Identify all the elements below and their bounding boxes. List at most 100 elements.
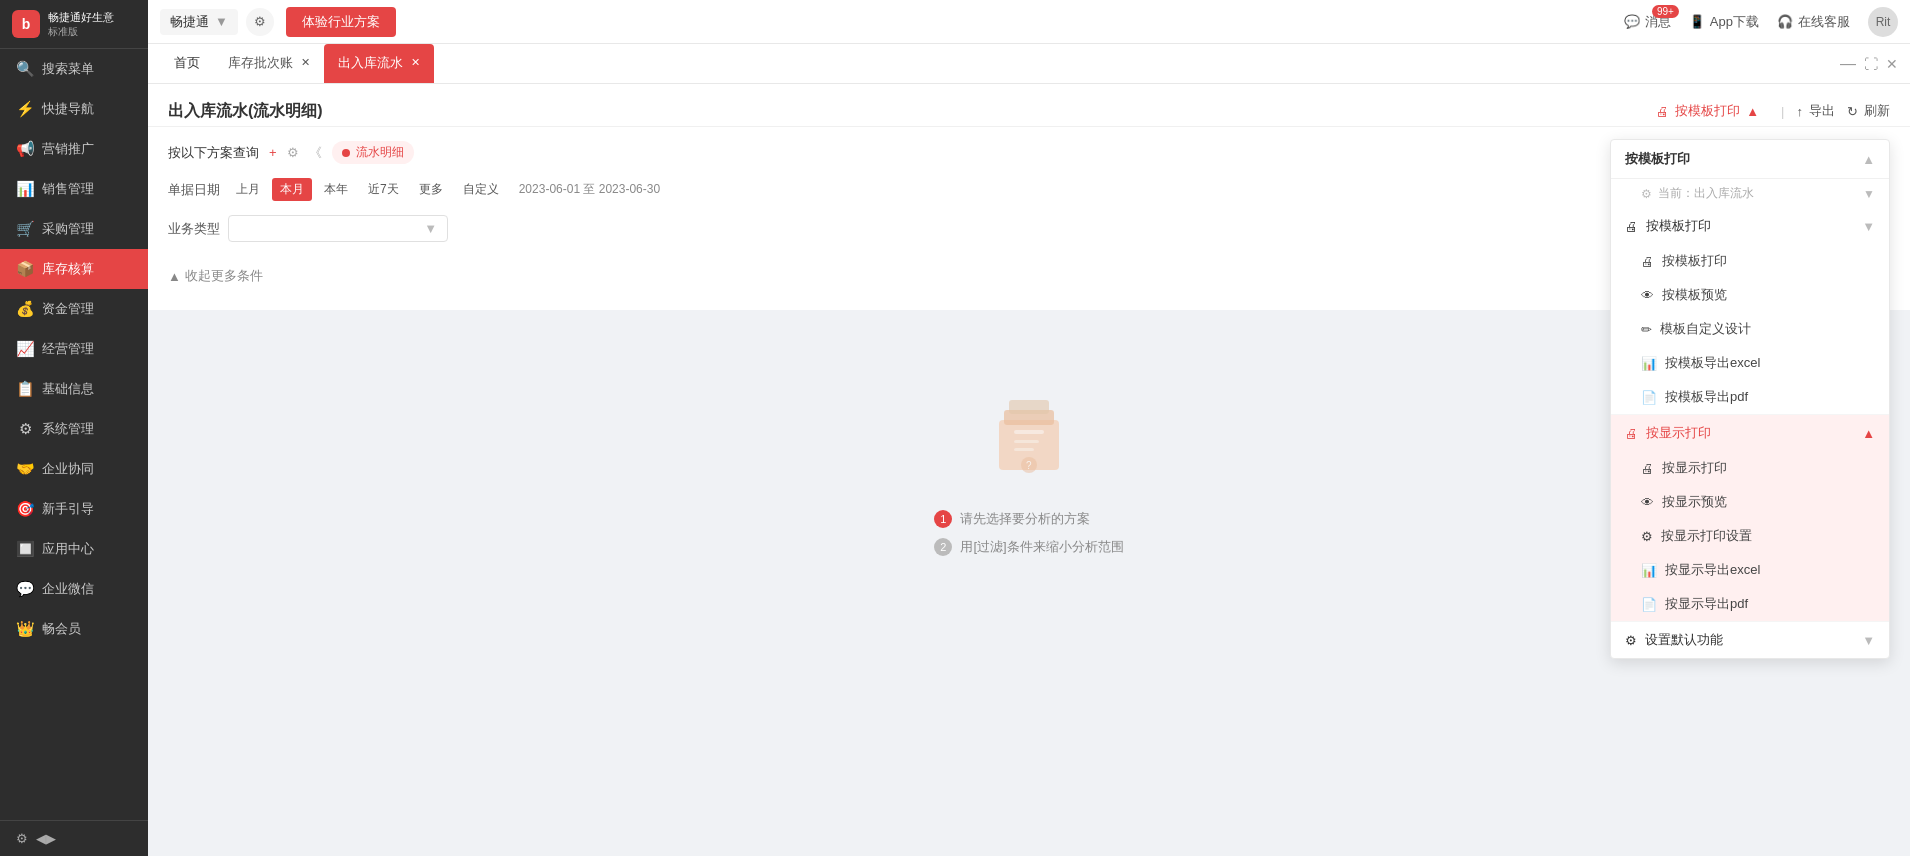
display-print-section-header[interactable]: 🖨 按显示打印 ▲ [1611, 415, 1889, 451]
template-excel-item[interactable]: 📊 按模板导出excel [1611, 346, 1889, 380]
display-preview-item[interactable]: 👁 按显示预览 [1611, 485, 1889, 519]
tab-inventory-batch[interactable]: 库存批次账 ✕ [214, 44, 324, 83]
tag-dot [342, 149, 350, 157]
tab-minimize-icon[interactable]: — [1840, 55, 1856, 73]
sidebar-item-member[interactable]: 👑 畅会员 [0, 609, 148, 649]
footer-settings-icon: ⚙ [1625, 633, 1637, 648]
company-name: 畅捷通好生意 [48, 10, 114, 24]
trial-button[interactable]: 体验行业方案 [286, 7, 396, 37]
date-tab-custom[interactable]: 自定义 [455, 178, 507, 201]
print-small-icon: 🖨 [1641, 254, 1654, 269]
wechat-icon: 💬 [16, 580, 34, 598]
dropdown-title: 按模板打印 [1625, 150, 1690, 168]
template-pdf-item[interactable]: 📄 按模板导出pdf [1611, 380, 1889, 414]
current-arrow: ▼ [1863, 187, 1875, 201]
template-print-section-header[interactable]: 🖨 按模板打印 ▼ [1611, 208, 1889, 244]
sidebar-item-apps[interactable]: 🔲 应用中心 [0, 529, 148, 569]
download-icon: 📱 [1689, 14, 1705, 29]
template-print-section-title: 🖨 按模板打印 [1625, 217, 1711, 235]
filter-collapse-icon[interactable]: 《 [309, 144, 322, 162]
sidebar-nav: 🔍 搜索菜单 ⚡ 快捷导航 📢 营销推广 📊 销售管理 🛒 采购管理 📦 库存核… [0, 49, 148, 820]
tab-close-icon[interactable]: ✕ [1886, 56, 1898, 72]
date-tab-this-year[interactable]: 本年 [316, 178, 356, 201]
settings-small-icon: ⚙ [1641, 187, 1652, 201]
avatar[interactable]: Rit [1868, 7, 1898, 37]
collapse-label: 收起更多条件 [185, 267, 263, 285]
biz-type-arrow-icon: ▼ [424, 221, 437, 236]
filter-settings-icon[interactable]: ⚙ [287, 145, 299, 160]
refresh-button[interactable]: ↻ 刷新 [1847, 102, 1890, 120]
dropdown-footer[interactable]: ⚙ 设置默认功能 ▼ [1611, 622, 1889, 658]
sidebar-item-quicknav[interactable]: ⚡ 快捷导航 [0, 89, 148, 129]
display-pdf-icon: 📄 [1641, 597, 1657, 612]
member-icon: 👑 [16, 620, 34, 638]
svg-text:?: ? [1026, 460, 1032, 471]
export-button[interactable]: ↑ 导出 [1797, 102, 1836, 120]
filter-label: 按以下方案查询 [168, 144, 259, 162]
date-tab-this-month[interactable]: 本月 [272, 178, 312, 201]
sidebar-item-collab[interactable]: 🤝 企业协同 [0, 449, 148, 489]
sidebar: b 畅捷通好生意 标准版 🔍 搜索菜单 ⚡ 快捷导航 📢 营销推广 📊 销售管理… [0, 0, 148, 856]
tab-expand-icon[interactable]: ⛶ [1864, 56, 1878, 72]
template-custom-item[interactable]: ✏ 模板自定义设计 [1611, 312, 1889, 346]
tab-inventory-batch-label: 库存批次账 [228, 54, 293, 72]
display-excel-item[interactable]: 📊 按显示导出excel [1611, 553, 1889, 587]
filter-tag[interactable]: 流水明细 [332, 141, 414, 164]
svg-rect-4 [1014, 440, 1039, 443]
date-tab-7days[interactable]: 近7天 [360, 178, 407, 201]
date-field-group: 单据日期 上月 本月 本年 近7天 更多 自定义 2023-06-01 至 20… [168, 178, 660, 201]
sidebar-label-system: 系统管理 [42, 420, 94, 438]
sidebar-item-wechat[interactable]: 💬 企业微信 [0, 569, 148, 609]
date-field-label: 单据日期 [168, 181, 220, 199]
step-2-text: 用[过滤]条件来缩小分析范围 [960, 538, 1123, 556]
tab-home[interactable]: 首页 [160, 44, 214, 83]
biz-type-select[interactable]: ▼ [228, 215, 448, 242]
sidebar-item-marketing[interactable]: 📢 营销推广 [0, 129, 148, 169]
print-arrow-icon: ▲ [1746, 104, 1759, 119]
collapse-button[interactable]: ▲ 收起更多条件 [168, 260, 263, 292]
template-preview-item[interactable]: 👁 按模板预览 [1611, 278, 1889, 312]
print-label: 按模板打印 [1675, 102, 1740, 120]
template-print-item[interactable]: 🖨 按模板打印 [1611, 244, 1889, 278]
sidebar-item-guide[interactable]: 🎯 新手引导 [0, 489, 148, 529]
sidebar-item-basics[interactable]: 📋 基础信息 [0, 369, 148, 409]
date-tab-last-month[interactable]: 上月 [228, 178, 268, 201]
display-preview-icon: 👁 [1641, 495, 1654, 510]
sidebar-item-search[interactable]: 🔍 搜索菜单 [0, 49, 148, 89]
app-download-label: App下载 [1710, 13, 1759, 31]
add-filter-button[interactable]: + [269, 145, 277, 160]
sidebar-bottom[interactable]: ⚙ ◀▶ [0, 820, 148, 856]
sidebar-item-operations[interactable]: 📈 经营管理 [0, 329, 148, 369]
tab-flow[interactable]: 出入库流水 ✕ [324, 44, 434, 83]
sidebar-item-purchase[interactable]: 🛒 采购管理 [0, 209, 148, 249]
sidebar-item-system[interactable]: ⚙ 系统管理 [0, 409, 148, 449]
sidebar-label-inventory: 库存核算 [42, 260, 94, 278]
dropdown-close-icon[interactable]: ▲ [1862, 152, 1875, 167]
flash-icon: ⚡ [16, 100, 34, 118]
tab-bar: 首页 库存批次账 ✕ 出入库流水 ✕ — ⛶ ✕ [148, 44, 1910, 84]
template-print-button[interactable]: 🖨 按模板打印 ▲ [1646, 96, 1769, 126]
logo-icon: b [12, 10, 40, 38]
display-settings-item[interactable]: ⚙ 按显示打印设置 [1611, 519, 1889, 553]
tab-inventory-batch-close[interactable]: ✕ [301, 56, 310, 69]
online-service-button[interactable]: 🎧 在线客服 [1777, 13, 1850, 31]
sidebar-item-sales[interactable]: 📊 销售管理 [0, 169, 148, 209]
settings-button[interactable]: ⚙ [246, 8, 274, 36]
date-tab-more[interactable]: 更多 [411, 178, 451, 201]
display-pdf-item[interactable]: 📄 按显示导出pdf [1611, 587, 1889, 621]
display-print-item[interactable]: 🖨 按显示打印 [1611, 451, 1889, 485]
sidebar-item-inventory[interactable]: 📦 库存核算 [0, 249, 148, 289]
tab-flow-close[interactable]: ✕ [411, 56, 420, 69]
basics-icon: 📋 [16, 380, 34, 398]
display-settings-label: 按显示打印设置 [1661, 527, 1752, 545]
display-printer-icon: 🖨 [1625, 426, 1638, 441]
sidebar-label-guide: 新手引导 [42, 500, 94, 518]
display-print-section-title: 🖨 按显示打印 [1625, 424, 1711, 442]
message-button[interactable]: 💬 消息 99+ [1624, 13, 1671, 31]
dropdown-footer-title: ⚙ 设置默认功能 [1625, 631, 1723, 649]
guide-icon: 🎯 [16, 500, 34, 518]
user-selector[interactable]: 畅捷通 ▼ [160, 9, 238, 35]
sidebar-label-purchase: 采购管理 [42, 220, 94, 238]
sidebar-item-finance[interactable]: 💰 资金管理 [0, 289, 148, 329]
app-download-button[interactable]: 📱 App下载 [1689, 13, 1759, 31]
